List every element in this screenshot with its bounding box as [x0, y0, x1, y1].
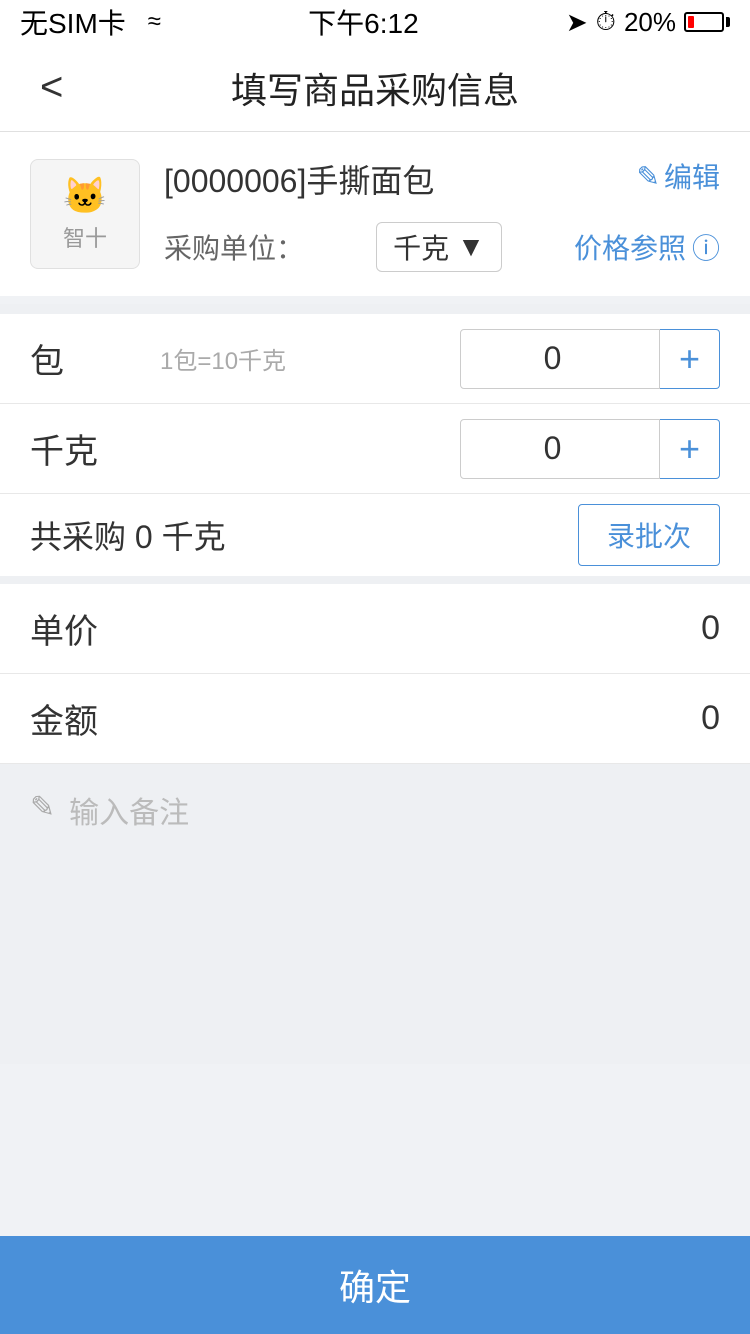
product-card: 🐱 智十 [0000006]手撕面包 ✎ 编辑 采购单位： 千克 ▼ 价格参照 …	[0, 132, 750, 304]
product-full-name: [0000006]手撕面包	[164, 156, 434, 202]
total-text-group: 共采购 0 千克	[30, 512, 226, 558]
confirm-button-label: 确定	[339, 1259, 411, 1311]
nav-arrow-icon: ➤	[566, 7, 588, 38]
product-info: [0000006]手撕面包 ✎ 编辑 采购单位： 千克 ▼ 价格参照 ⓘ	[164, 156, 720, 272]
status-bar: 无SIM卡 ≈ 下午6:12 ➤ ⏱ 20%	[0, 0, 750, 44]
back-button[interactable]: <	[20, 55, 83, 120]
bag-sub-label: 1包=10千克	[160, 341, 460, 376]
edit-label: 编辑	[664, 156, 720, 196]
amount-row: 金额 0	[0, 674, 750, 764]
status-left: 无SIM卡 ≈	[20, 2, 161, 42]
purchase-unit-label: 采购单位：	[164, 227, 304, 267]
bag-plus-button[interactable]: +	[660, 329, 720, 389]
product-logo-text: 智十	[63, 221, 107, 253]
kg-label: 千克	[30, 424, 150, 473]
edit-icon: ✎	[637, 160, 660, 193]
price-ref-link[interactable]: 价格参照 ⓘ	[574, 227, 720, 267]
nav-bar: < 填写商品采购信息	[0, 44, 750, 132]
carrier-text: 无SIM卡	[20, 2, 126, 42]
edit-link[interactable]: ✎ 编辑	[637, 156, 720, 196]
input-section: 包 1包=10千克 + 千克 +	[0, 314, 750, 494]
kg-input-control: +	[460, 419, 720, 479]
info-icon: ⓘ	[692, 227, 720, 267]
kg-plus-button[interactable]: +	[660, 419, 720, 479]
product-image: 🐱 智十	[30, 159, 140, 269]
batch-button[interactable]: 录批次	[578, 504, 720, 566]
status-right: ➤ ⏱ 20%	[566, 6, 730, 38]
pencil-icon: ✎	[30, 790, 55, 825]
unit-price-label: 单价	[30, 604, 98, 653]
remark-placeholder: 输入备注	[69, 788, 189, 832]
battery-icon	[684, 12, 730, 32]
unit-price-row: 单价 0	[0, 584, 750, 674]
kg-plus-icon: +	[679, 428, 700, 470]
purchase-unit-row: 采购单位： 千克 ▼ 价格参照 ⓘ	[164, 222, 720, 272]
time-text: 下午6:12	[308, 2, 419, 42]
chevron-down-icon: ▼	[457, 231, 485, 263]
bag-label: 包	[30, 334, 150, 383]
kg-input-row: 千克 +	[0, 404, 750, 494]
bag-input-row: 包 1包=10千克 +	[0, 314, 750, 404]
bag-plus-icon: +	[679, 338, 700, 380]
price-ref-label: 价格参照	[574, 227, 686, 267]
unit-selector[interactable]: 千克 ▼	[376, 222, 502, 272]
total-row: 共采购 0 千克 录批次	[0, 494, 750, 584]
bag-number-input[interactable]	[460, 329, 660, 389]
battery-percent: 20%	[624, 7, 676, 38]
unit-value: 千克	[393, 227, 449, 267]
unit-price-value: 0	[701, 609, 720, 648]
wifi-icon: ≈	[136, 8, 161, 36]
kg-number-input[interactable]	[460, 419, 660, 479]
total-display: 共采购 0 千克	[30, 519, 226, 555]
page-title: 填写商品采购信息	[231, 62, 519, 114]
product-name-row: [0000006]手撕面包 ✎ 编辑	[164, 156, 720, 202]
amount-value: 0	[701, 699, 720, 738]
bag-input-control: +	[460, 329, 720, 389]
confirm-bar[interactable]: 确定	[0, 1236, 750, 1334]
product-logo-owl: 🐱	[63, 175, 108, 217]
section-divider-1	[0, 304, 750, 314]
alarm-icon: ⏱	[596, 6, 616, 38]
remark-section[interactable]: ✎ 输入备注	[0, 764, 750, 1064]
amount-label: 金额	[30, 694, 98, 743]
detail-section: 单价 0 金额 0	[0, 584, 750, 764]
